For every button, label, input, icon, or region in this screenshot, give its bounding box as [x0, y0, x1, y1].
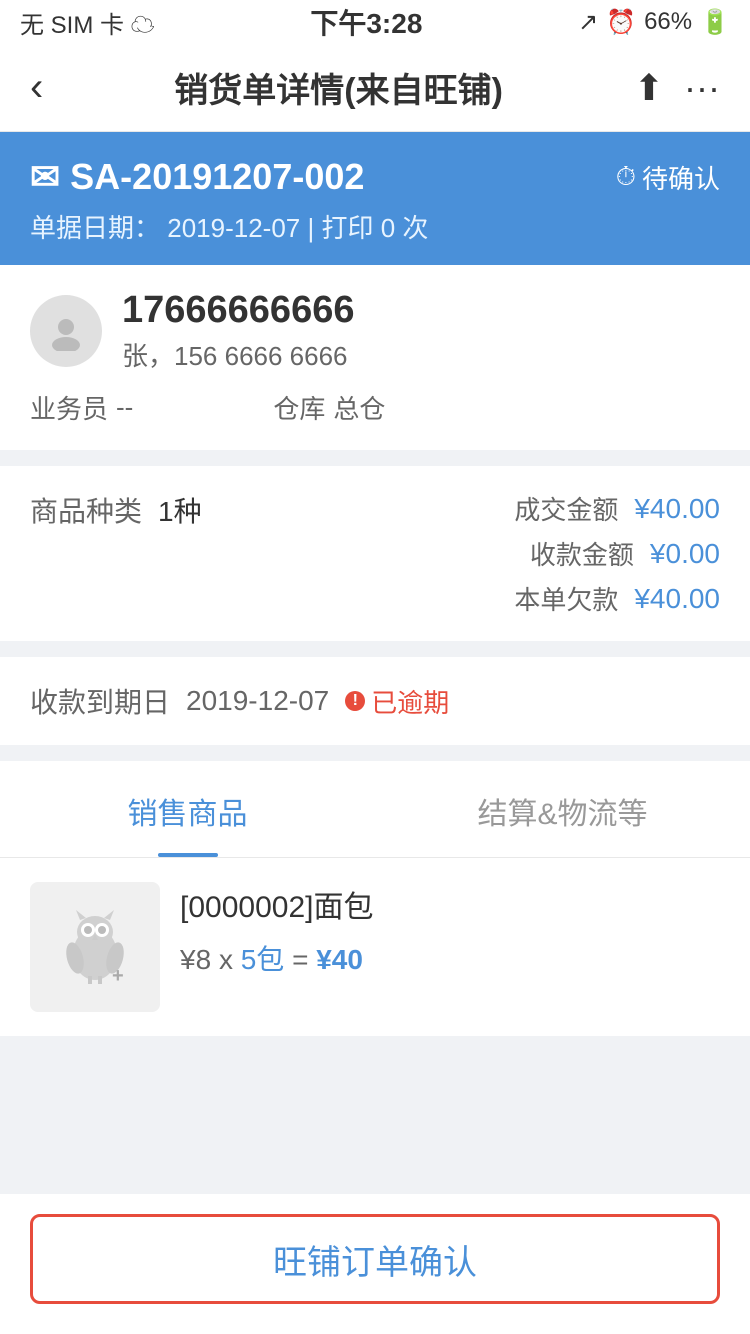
- nav-bar: ‹ 销货单详情(来自旺铺) ⬆ ···: [0, 44, 750, 132]
- back-button[interactable]: ‹: [30, 65, 43, 110]
- status-right: ↗ ⏰ 66% 🔋: [578, 8, 730, 37]
- page-title: 销货单详情(来自旺铺): [174, 63, 503, 112]
- sim-status: 无 SIM 卡 ☁: [20, 5, 155, 40]
- svg-text:+: +: [112, 965, 124, 987]
- share-button[interactable]: ⬆: [634, 67, 664, 109]
- balance-value: ¥40.00: [634, 583, 720, 615]
- finance-section: 商品种类 1种 成交金额 ¥40.00 收款金额 ¥0.00 本单欠款 ¥40.…: [0, 466, 750, 641]
- order-header: ✉ SA-20191207-002 ⏱ 待确认 单据日期： 2019-12-07…: [0, 132, 750, 265]
- due-date-section: 收款到期日 2019-12-07 ! 已逾期: [0, 657, 750, 745]
- product-type-value: 1种: [158, 490, 202, 530]
- tabs-row: 销售商品 结算&物流等: [0, 761, 750, 858]
- battery-level: 66%: [644, 8, 692, 36]
- customer-meta: 业务员 -- 仓库 总仓: [30, 389, 720, 426]
- product-equals: =: [292, 944, 316, 975]
- product-total: ¥40: [316, 944, 363, 975]
- product-info: [0000002]面包 ¥8 x 5包 = ¥40: [180, 882, 720, 978]
- deal-amount-value: ¥40.00: [634, 493, 720, 525]
- salesman-value: --: [116, 392, 133, 423]
- product-thumbnail: +: [30, 882, 160, 1012]
- date-label: 单据日期：: [30, 213, 160, 243]
- more-button[interactable]: ···: [684, 67, 720, 109]
- status-left: 无 SIM 卡 ☁: [20, 5, 155, 40]
- order-id-row: ✉ SA-20191207-002: [30, 156, 364, 198]
- order-date: 2019-12-07: [167, 213, 300, 243]
- product-item: + [0000002]面包 ¥8 x 5包 = ¥40: [0, 858, 750, 1036]
- warehouse-value: 总仓: [333, 389, 385, 426]
- deal-amount-label: 成交金额: [514, 490, 618, 527]
- finance-amounts: 成交金额 ¥40.00 收款金额 ¥0.00 本单欠款 ¥40.00: [514, 490, 720, 617]
- confirm-order-button[interactable]: 旺铺订单确认: [30, 1214, 720, 1304]
- received-value: ¥0.00: [650, 538, 720, 570]
- salesman-label: 业务员: [30, 389, 108, 426]
- product-type-label: 商品种类: [30, 490, 142, 530]
- received-label: 收款金额: [530, 535, 634, 572]
- order-status: ⏱ 待确认: [616, 159, 720, 196]
- status-clock-icon: ⏱: [616, 161, 636, 193]
- customer-name: 张，156 6666 6666: [122, 336, 354, 373]
- order-id-text: SA-20191207-002: [70, 156, 364, 198]
- overdue-text: 已逾期: [371, 683, 449, 720]
- product-qty: 5包: [241, 944, 285, 975]
- order-id-icon: ✉: [30, 156, 60, 198]
- product-price-row: ¥8 x 5包 = ¥40: [180, 938, 720, 978]
- print-info: 打印 0 次: [321, 213, 428, 243]
- nav-actions: ⬆ ···: [634, 67, 720, 109]
- customer-phone: 17666666666: [122, 289, 354, 332]
- product-multiply: x: [219, 944, 241, 975]
- alarm-icon: ⏰: [606, 8, 636, 37]
- status-time: 下午3:28: [310, 2, 422, 42]
- location-icon: ↗: [578, 8, 598, 37]
- overdue-badge: ! 已逾期: [345, 683, 449, 720]
- due-date-value: 2019-12-07: [186, 685, 329, 717]
- overdue-icon: !: [345, 691, 365, 711]
- tabs-section: 销售商品 结算&物流等: [0, 761, 750, 1036]
- status-text: 待确认: [642, 159, 720, 196]
- product-type: 商品种类 1种: [30, 490, 202, 530]
- avatar: [30, 295, 102, 367]
- date-separator: |: [307, 213, 321, 243]
- status-bar: 无 SIM 卡 ☁ 下午3:28 ↗ ⏰ 66% 🔋: [0, 0, 750, 44]
- tab-settlement-logistics[interactable]: 结算&物流等: [375, 761, 750, 857]
- balance-label: 本单欠款: [514, 580, 618, 617]
- warehouse-label: 仓库: [273, 389, 325, 426]
- bottom-bar: 旺铺订单确认: [0, 1194, 750, 1334]
- product-name: [0000002]面包: [180, 882, 720, 926]
- product-price: ¥8: [180, 944, 211, 975]
- tab-sales-products[interactable]: 销售商品: [0, 761, 375, 857]
- due-date-label: 收款到期日: [30, 681, 170, 721]
- customer-section: 17666666666 张，156 6666 6666 业务员 -- 仓库 总仓: [0, 265, 750, 450]
- battery-icon: 🔋: [700, 8, 730, 37]
- order-date-row: 单据日期： 2019-12-07 | 打印 0 次: [30, 208, 720, 245]
